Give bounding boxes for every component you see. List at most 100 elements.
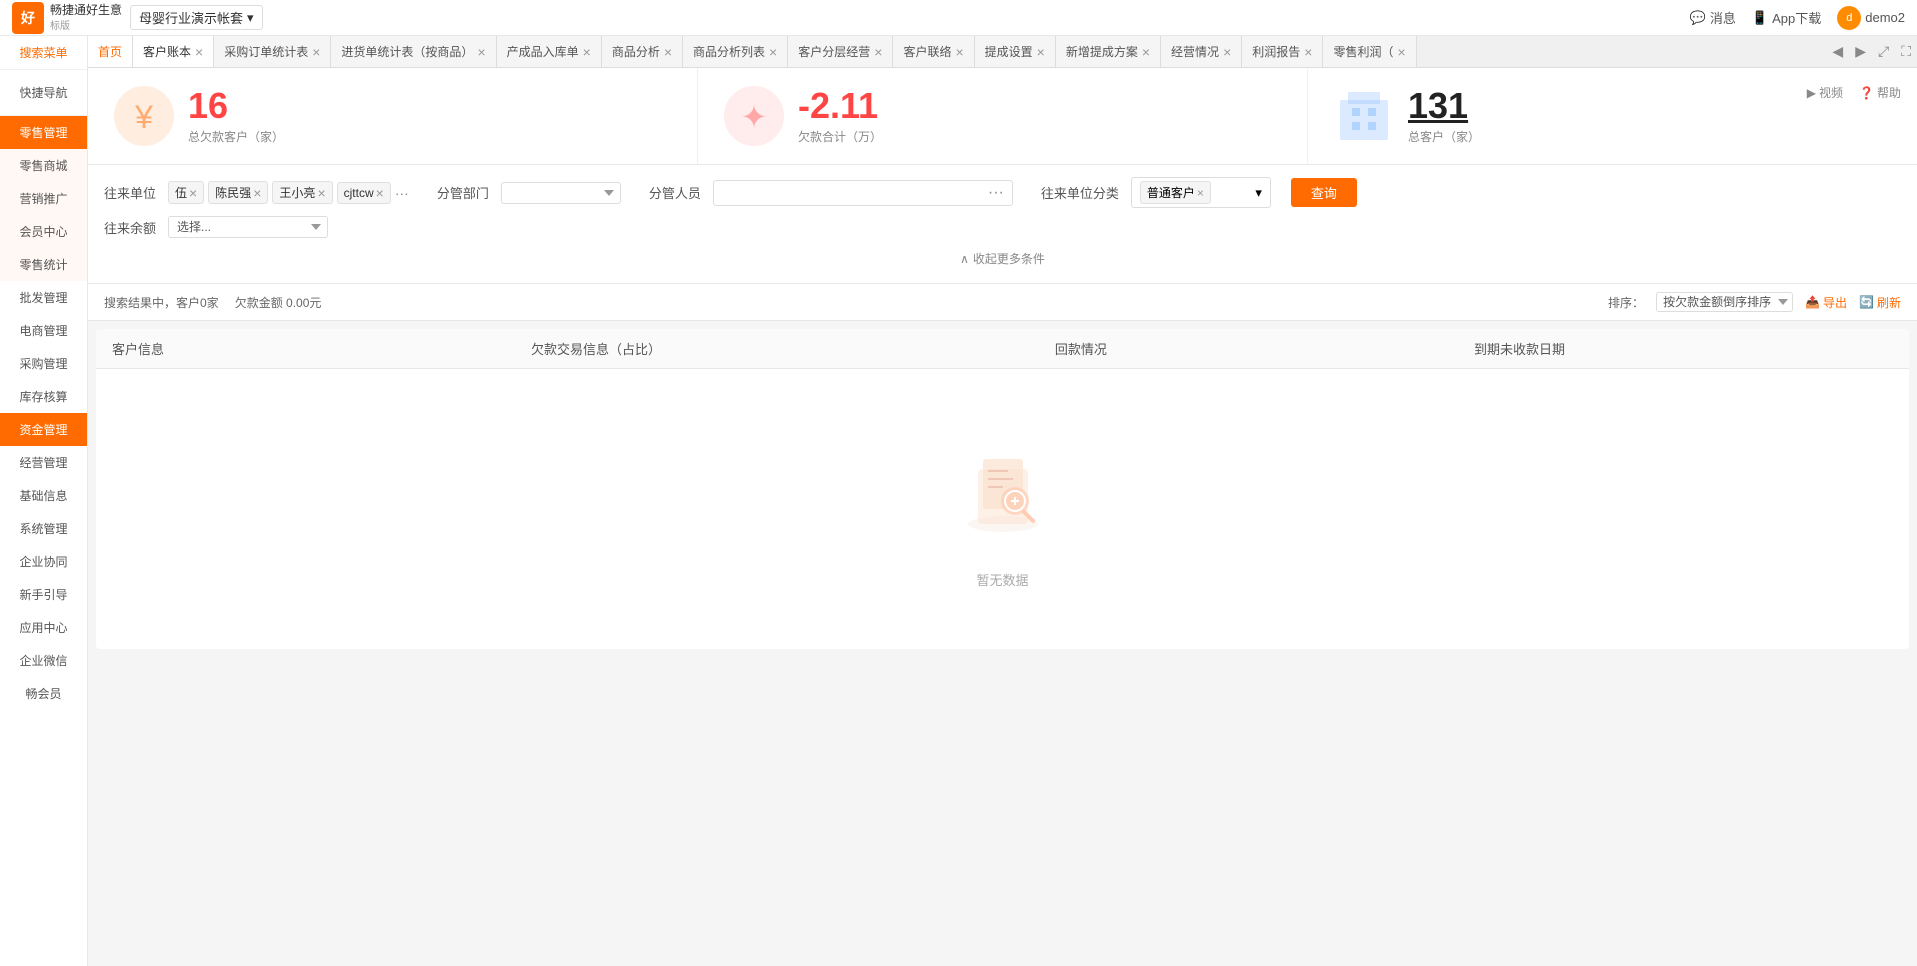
filter-tag-1: 伍 × xyxy=(168,181,204,204)
more-tags-btn[interactable]: ··· xyxy=(395,185,409,201)
unit-class-select-wrap: 普通客户 × ▾ xyxy=(1131,177,1271,208)
sidebar-item-member-center[interactable]: 会员中心 xyxy=(0,215,87,248)
sidebar-item-basic-info[interactable]: 基础信息 xyxy=(0,479,87,512)
sidebar-item-operations[interactable]: 经营管理 xyxy=(0,446,87,479)
tab-production-instock[interactable]: 产成品入库单 × xyxy=(497,36,602,67)
help-btn[interactable]: ❓ 帮助 xyxy=(1859,84,1901,101)
sidebar-item-ecommerce[interactable]: 电商管理 xyxy=(0,314,87,347)
sidebar-item-member[interactable]: 畅会员 xyxy=(0,677,87,710)
sidebar-item-retail-mgmt[interactable]: 零售管理 xyxy=(0,116,87,149)
unit-class-chevron-icon[interactable]: ▾ xyxy=(1255,185,1262,201)
tab-customer-segment[interactable]: 客户分层经营 × xyxy=(788,36,893,67)
tab-next-icon[interactable]: ▶ xyxy=(1849,43,1872,60)
tab-retail-profit[interactable]: 零售利润（ × xyxy=(1323,36,1416,67)
close-icon[interactable]: × xyxy=(1304,45,1312,59)
top-bar: 好 畅捷通好生意 标版 母婴行业演示帐套 ▾ 💬 消息 📱 App下载 d de… xyxy=(0,0,1917,36)
person-input-wrap: ··· xyxy=(713,180,1013,206)
sidebar-item-enterprise[interactable]: 企业协同 xyxy=(0,545,87,578)
tab-label: 零售利润（ xyxy=(1333,43,1393,60)
close-icon[interactable]: × xyxy=(1142,45,1150,59)
filter-tags-unit: 伍 × 陈民强 × 王小亮 × cjttcw × xyxy=(168,181,409,204)
sidebar-item-finance[interactable]: 资金管理 xyxy=(0,413,87,446)
results-bar-left: 搜索结果中，客户0家 欠款金额 0.00元 xyxy=(104,294,321,311)
chevron-down-icon: ▾ xyxy=(247,10,254,26)
close-icon[interactable]: × xyxy=(1037,45,1045,59)
remove-unit-class-tag-btn[interactable]: × xyxy=(1197,186,1204,200)
remove-tag-4-btn[interactable]: × xyxy=(376,185,384,201)
close-icon[interactable]: × xyxy=(583,45,591,59)
tab-label: 商品分析 xyxy=(612,43,660,60)
stat-block-debt: ✦ -2.11 欠款合计（万） xyxy=(698,68,1308,164)
remove-tag-1-btn[interactable]: × xyxy=(189,185,197,201)
sidebar-item-new-guide[interactable]: 新手引导 xyxy=(0,578,87,611)
sidebar-item-retail-mall[interactable]: 零售商城 xyxy=(0,149,87,182)
filter-tag-2: 陈民强 × xyxy=(208,181,268,204)
tab-maximize-icon[interactable]: ⤢ xyxy=(1872,43,1895,60)
sort-select[interactable]: 按欠款金额倒序排序 xyxy=(1656,292,1793,312)
tab-product-analysis[interactable]: 商品分析 × xyxy=(602,36,683,67)
remove-tag-2-btn[interactable]: × xyxy=(253,185,261,201)
no-data-illustration xyxy=(953,449,1053,539)
person-more-btn[interactable]: ··· xyxy=(988,184,1004,202)
close-icon[interactable]: × xyxy=(874,45,882,59)
balance-select-wrap: 选择... xyxy=(168,216,328,238)
close-icon[interactable]: × xyxy=(477,45,485,59)
logo-text: 畅捷通好生意 xyxy=(50,3,122,17)
download-icon: 📱 xyxy=(1752,10,1768,26)
tab-home[interactable]: 首页 xyxy=(88,36,133,67)
play-icon: ▶ xyxy=(1807,86,1816,100)
stat-info-customers: 16 总欠款客户（家） xyxy=(188,88,284,145)
person-input[interactable] xyxy=(722,186,988,200)
chevron-up-icon: ∧ xyxy=(960,252,969,266)
sidebar-item-wx-biz[interactable]: 企业微信 xyxy=(0,644,87,677)
dept-select[interactable] xyxy=(501,182,621,204)
tab-raise-settings[interactable]: 提成设置 × xyxy=(975,36,1056,67)
close-icon[interactable]: × xyxy=(1223,45,1231,59)
sidebar-item-retail-stats[interactable]: 零售统计 xyxy=(0,248,87,281)
filter-row-2: 往来余额 选择... xyxy=(104,216,1901,238)
collapse-btn[interactable]: ∧ 收起更多条件 xyxy=(956,246,1049,271)
tab-new-raise-plan[interactable]: 新增提成方案 × xyxy=(1056,36,1161,67)
close-icon[interactable]: × xyxy=(312,45,320,59)
sidebar-item-quick-nav[interactable]: 快捷导航 xyxy=(0,76,87,109)
sidebar-item-marketing[interactable]: 营销推广 xyxy=(0,182,87,215)
tab-purchase-order-stats[interactable]: 采购订单统计表 × xyxy=(214,36,331,67)
unit-filter-label: 往来单位 xyxy=(104,183,156,202)
main-wrapper: 搜索菜单 快捷导航 零售管理 零售商城 营销推广 会员中心 零售统计 批发管理 … xyxy=(0,36,1917,966)
tab-product-analysis-list[interactable]: 商品分析列表 × xyxy=(683,36,788,67)
balance-select[interactable]: 选择... xyxy=(168,216,328,238)
sidebar-search[interactable]: 搜索菜单 xyxy=(0,36,87,70)
close-icon[interactable]: × xyxy=(664,45,672,59)
export-btn[interactable]: 📤 导出 xyxy=(1805,294,1847,311)
tab-customer-contact[interactable]: 客户联络 × xyxy=(893,36,974,67)
workspace-selector[interactable]: 母婴行业演示帐套 ▾ xyxy=(130,5,263,30)
tab-fullscreen-icon[interactable]: ⛶ xyxy=(1895,43,1917,60)
sidebar-item-app-center[interactable]: 应用中心 xyxy=(0,611,87,644)
tab-profit-report[interactable]: 利润报告 × xyxy=(1242,36,1323,67)
tab-prev-icon[interactable]: ◀ xyxy=(1826,43,1849,60)
video-btn[interactable]: ▶ 视频 xyxy=(1807,84,1843,101)
tab-label: 客户分层经营 xyxy=(798,43,870,60)
tab-business-status[interactable]: 经营情况 × xyxy=(1161,36,1242,67)
close-icon[interactable]: × xyxy=(769,45,777,59)
sidebar-item-wholesale[interactable]: 批发管理 xyxy=(0,281,87,314)
remove-tag-3-btn[interactable]: × xyxy=(317,185,325,201)
refresh-btn[interactable]: 🔄 刷新 xyxy=(1859,294,1901,311)
sidebar-item-system[interactable]: 系统管理 xyxy=(0,512,87,545)
message-btn[interactable]: 💬 消息 xyxy=(1690,8,1736,27)
tab-customer-account[interactable]: 客户账本 × xyxy=(133,36,214,67)
tab-stock-stats[interactable]: 进货单统计表（按商品） × xyxy=(331,36,496,67)
logo-sub: 标版 xyxy=(50,17,122,32)
user-profile[interactable]: d demo2 xyxy=(1837,6,1905,30)
svg-text:✦: ✦ xyxy=(741,99,768,135)
sidebar-item-inventory[interactable]: 库存核算 xyxy=(0,380,87,413)
sidebar-item-purchase[interactable]: 采购管理 xyxy=(0,347,87,380)
sidebar-sub-retail: 零售商城 营销推广 会员中心 零售统计 xyxy=(0,149,87,281)
app-download-btn[interactable]: 📱 App下载 xyxy=(1752,8,1821,27)
th-repayment: 回款情况 xyxy=(1055,339,1474,358)
close-icon[interactable]: × xyxy=(1397,45,1405,59)
stat-info-debt: -2.11 欠款合计（万） xyxy=(798,88,882,145)
query-button[interactable]: 查询 xyxy=(1291,178,1357,207)
close-icon[interactable]: × xyxy=(195,45,203,59)
close-icon[interactable]: × xyxy=(955,45,963,59)
